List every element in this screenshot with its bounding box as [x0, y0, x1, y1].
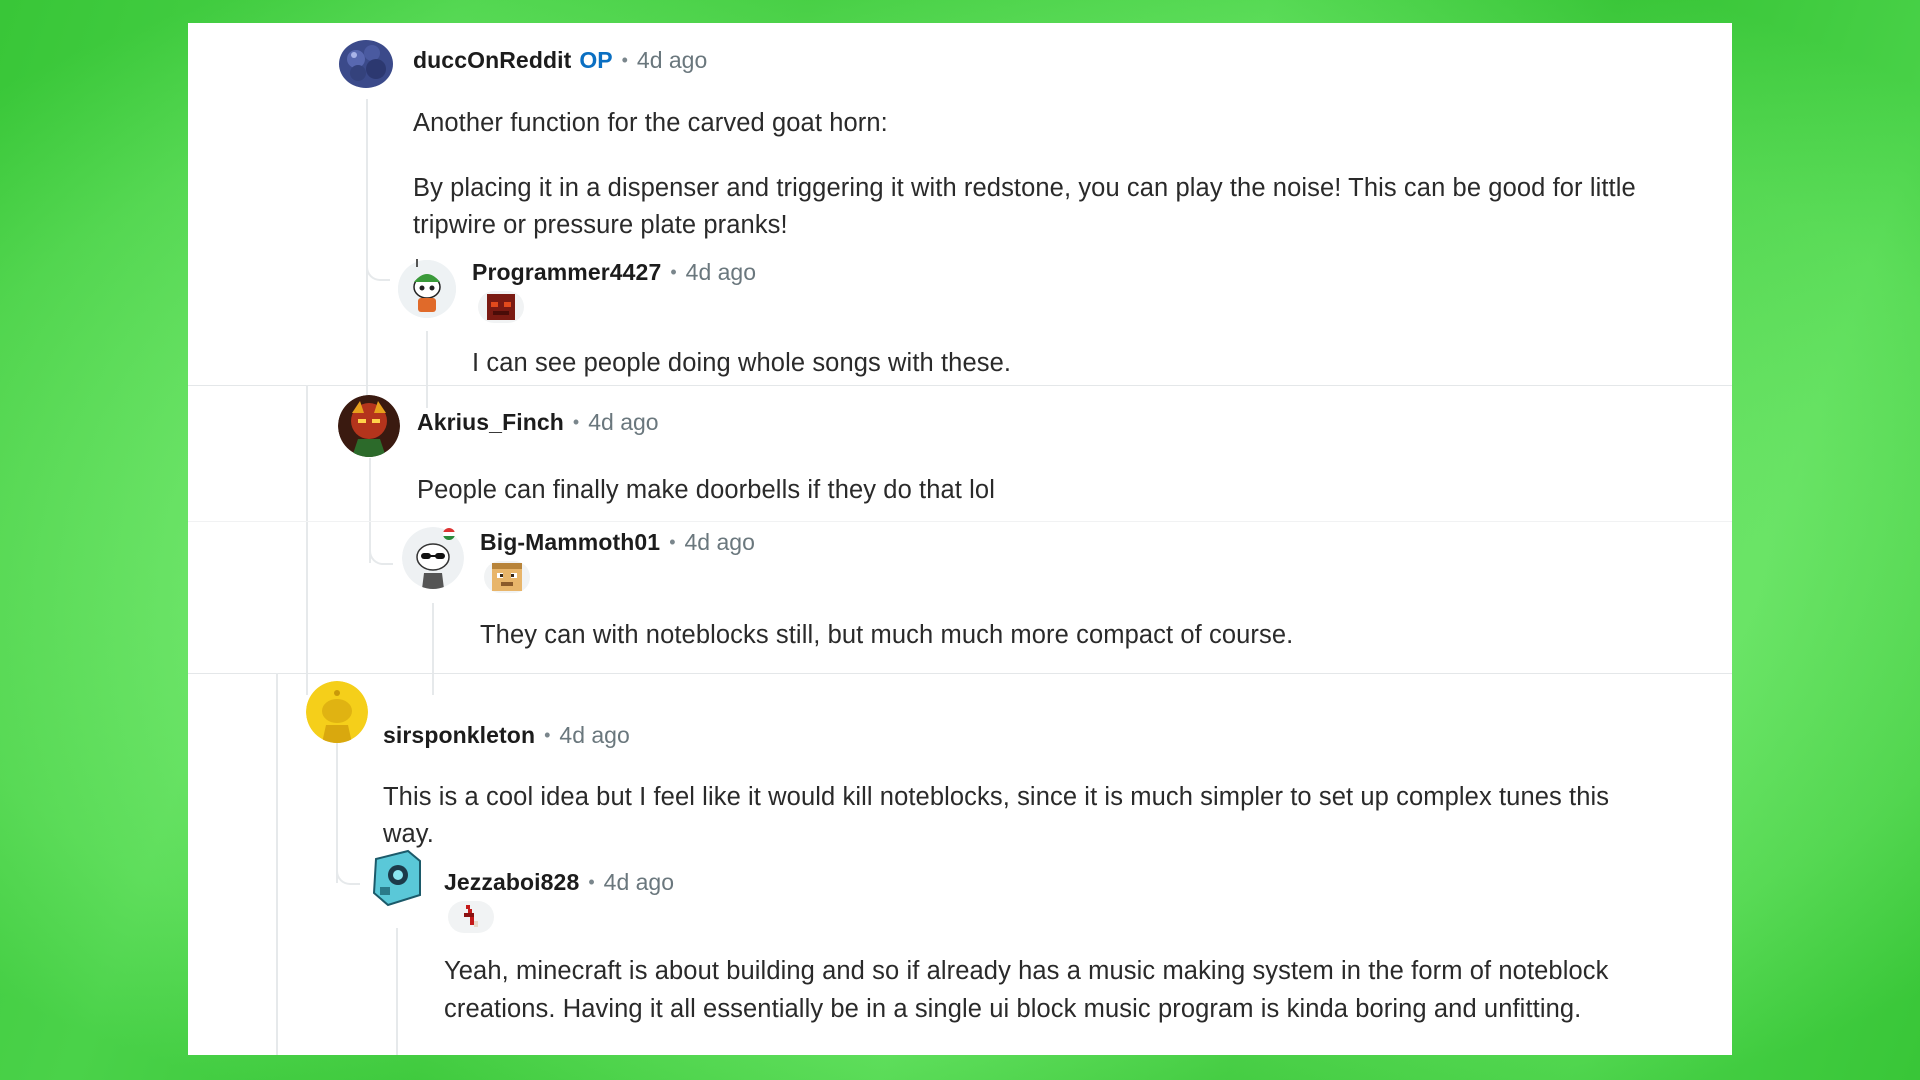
timestamp[interactable]: 4d ago [637, 47, 707, 74]
user-avatar[interactable] [338, 395, 400, 457]
separator-dot: • [544, 725, 551, 745]
separator-dot: • [670, 262, 677, 282]
username[interactable]: Big-Mammoth01 [480, 529, 660, 556]
timestamp[interactable]: 4d ago [604, 869, 674, 896]
comment-body: Another function for the carved goat hor… [413, 109, 888, 137]
comment-body: Yeah, minecraft is about building and so… [444, 957, 1609, 1023]
comment-body: I can see people doing whole songs with … [472, 349, 1012, 377]
user-avatar[interactable] [306, 681, 368, 743]
thread-line [366, 99, 368, 408]
timestamp[interactable]: 4d ago [686, 259, 756, 286]
thread-connector [366, 259, 390, 281]
timestamp[interactable]: 4d ago [685, 529, 755, 556]
timestamp[interactable]: 4d ago [588, 409, 658, 436]
user-avatar[interactable] [402, 527, 464, 589]
thread-line [336, 743, 338, 883]
username[interactable]: sirsponkleton [383, 722, 535, 749]
op-badge: OP [579, 47, 613, 73]
username[interactable]: Jezzaboi828 [444, 869, 579, 896]
thread-line [306, 385, 308, 695]
row-divider [188, 521, 1732, 522]
separator-dot: • [588, 872, 595, 892]
thread-line [396, 928, 398, 1055]
user-avatar[interactable] [368, 847, 426, 907]
user-avatar[interactable] [398, 260, 456, 318]
user-flair [478, 291, 524, 323]
comment-body: This is a cool idea but I feel like it w… [383, 783, 1610, 848]
comment-meta: duccOnReddit OP • 4d ago [413, 47, 707, 74]
user-flair [484, 561, 530, 593]
separator-dot: • [572, 412, 580, 432]
user-flair [448, 901, 494, 933]
comment-thread-card: duccOnReddit OP • 4d ago Another functio… [188, 23, 1732, 1055]
thread-line [426, 331, 428, 408]
comment-meta: Big-Mammoth01 • 4d ago [480, 529, 755, 556]
thread-connector [336, 863, 360, 885]
comment-meta: sirsponkleton • 4d ago [383, 722, 630, 749]
comment-body: By placing it in a dispenser and trigger… [413, 174, 1636, 239]
comment-meta: Jezzaboi828 • 4d ago [444, 869, 674, 896]
thread-connector [369, 543, 393, 565]
thread-line [276, 673, 278, 1055]
pixel-item-icon [464, 905, 478, 927]
section-divider [188, 385, 1732, 386]
flag-icon [443, 528, 455, 540]
thread-line [432, 603, 434, 695]
pixel-block-icon [487, 294, 515, 320]
timestamp[interactable]: 4d ago [559, 722, 629, 749]
username[interactable]: Programmer4427 [472, 259, 661, 286]
comment-body: People can finally make doorbells if the… [417, 476, 995, 504]
comment-meta: Akrius_Finch • 4d ago [417, 409, 659, 436]
comment-body: They can with noteblocks still, but much… [480, 621, 1294, 649]
section-divider [188, 673, 1732, 674]
username[interactable]: duccOnReddit [413, 47, 571, 74]
separator-dot: • [621, 50, 628, 70]
separator-dot: • [669, 532, 676, 552]
pixel-face-icon [492, 563, 522, 591]
comment-meta: Programmer4427 • 4d ago [472, 259, 756, 286]
user-avatar[interactable] [338, 37, 394, 89]
username[interactable]: Akrius_Finch [417, 409, 564, 436]
